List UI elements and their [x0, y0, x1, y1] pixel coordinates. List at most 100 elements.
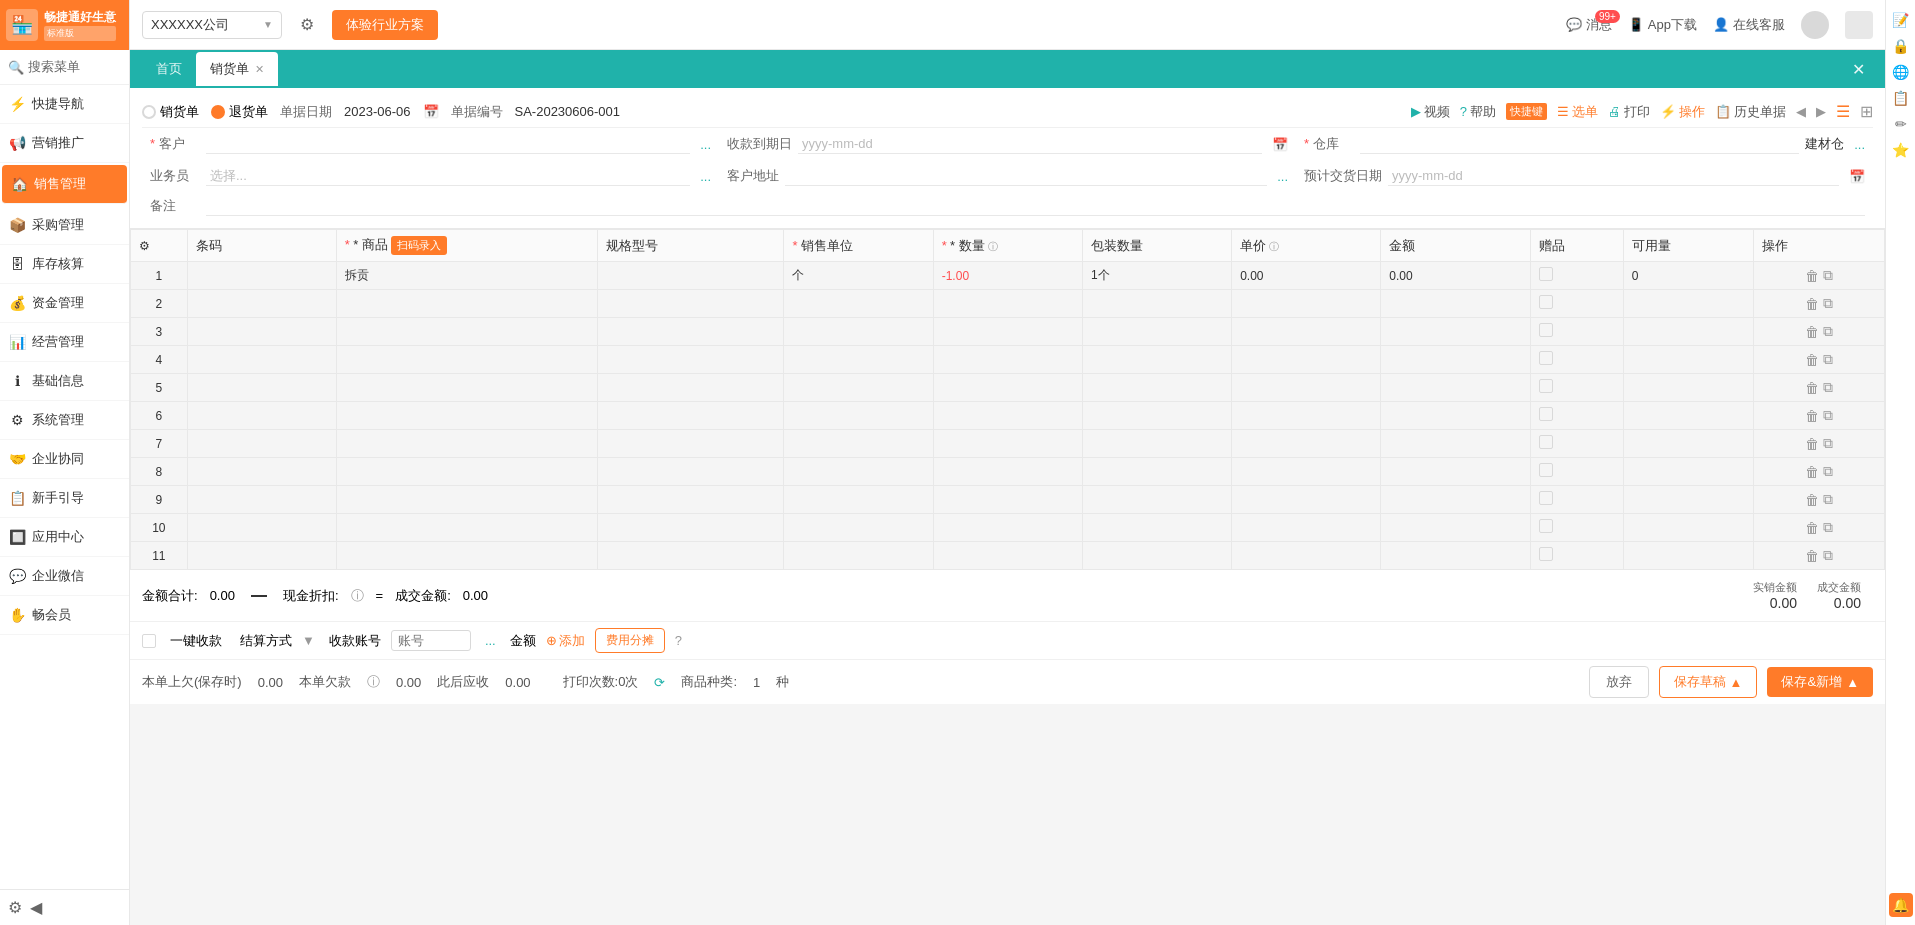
- copy-row-btn[interactable]: ⧉: [1823, 435, 1833, 452]
- cell-qty[interactable]: [933, 318, 1082, 346]
- toolbar-help[interactable]: ? 帮助: [1460, 103, 1496, 121]
- help-circle-icon[interactable]: ⓘ: [351, 587, 364, 605]
- cell-pkgqty[interactable]: [1082, 514, 1231, 542]
- abandon-btn[interactable]: 放弃: [1589, 666, 1649, 698]
- copy-row-btn[interactable]: ⧉: [1823, 267, 1833, 284]
- cell-gift[interactable]: [1530, 346, 1623, 374]
- delete-row-btn[interactable]: 🗑: [1805, 295, 1819, 312]
- right-sidebar-lock-icon[interactable]: 🔒: [1889, 34, 1913, 58]
- copy-row-btn[interactable]: ⧉: [1823, 351, 1833, 368]
- save-draft-btn[interactable]: 保存草稿 ▲: [1659, 666, 1758, 698]
- cell-unit[interactable]: [784, 318, 933, 346]
- cell-amount[interactable]: [1381, 290, 1530, 318]
- right-sidebar-star-icon[interactable]: ⭐: [1889, 138, 1913, 162]
- copy-row-btn[interactable]: ⧉: [1823, 407, 1833, 424]
- cell-barcode[interactable]: [187, 542, 336, 570]
- remark-input[interactable]: [206, 196, 1865, 216]
- sidebar-search[interactable]: 🔍 搜索菜单: [0, 50, 129, 85]
- cell-barcode[interactable]: [187, 318, 336, 346]
- cell-qty[interactable]: [933, 430, 1082, 458]
- cell-amount[interactable]: [1381, 402, 1530, 430]
- sidebar-item-operations[interactable]: 📊 经营管理: [0, 323, 129, 362]
- cell-qty[interactable]: [933, 374, 1082, 402]
- th-settings[interactable]: ⚙: [131, 230, 188, 262]
- cell-amount[interactable]: [1381, 486, 1530, 514]
- cell-gift[interactable]: [1530, 318, 1623, 346]
- cell-gift[interactable]: [1530, 486, 1623, 514]
- gift-checkbox[interactable]: [1539, 463, 1553, 477]
- cell-barcode[interactable]: [187, 430, 336, 458]
- toolbar-operation[interactable]: ⚡ 操作: [1660, 103, 1705, 121]
- copy-row-btn[interactable]: ⧉: [1823, 379, 1833, 396]
- cell-price[interactable]: [1232, 318, 1381, 346]
- sidebar-item-purchase[interactable]: 📦 采购管理: [0, 206, 129, 245]
- cell-price[interactable]: [1232, 458, 1381, 486]
- cell-product[interactable]: 拆贡: [336, 262, 597, 290]
- cell-amount[interactable]: [1381, 430, 1530, 458]
- delete-row-btn[interactable]: 🗑: [1805, 519, 1819, 536]
- cell-pkgqty[interactable]: [1082, 430, 1231, 458]
- cell-spec[interactable]: [597, 486, 784, 514]
- close-panel-icon[interactable]: ✕: [1844, 60, 1873, 79]
- cell-pkgqty[interactable]: 1个: [1082, 262, 1231, 290]
- cell-qty[interactable]: -1.00: [933, 262, 1082, 290]
- gift-checkbox[interactable]: [1539, 547, 1553, 561]
- delivery-date-input[interactable]: [1388, 166, 1839, 186]
- sidebar-item-guide[interactable]: 📋 新手引导: [0, 479, 129, 518]
- delivery-calendar-icon[interactable]: 📅: [1849, 169, 1865, 184]
- add-payment-btn[interactable]: ⊕ 添加: [546, 632, 585, 650]
- copy-row-btn[interactable]: ⧉: [1823, 323, 1833, 340]
- sidebar-item-enterprise[interactable]: 🤝 企业协同: [0, 440, 129, 479]
- cell-amount[interactable]: [1381, 514, 1530, 542]
- cell-price[interactable]: [1232, 486, 1381, 514]
- one-click-payment-checkbox[interactable]: [142, 634, 156, 648]
- scan-btn[interactable]: 扫码录入: [391, 236, 447, 255]
- right-sidebar-pencil-icon[interactable]: ✏: [1889, 112, 1913, 136]
- cell-product[interactable]: [336, 402, 597, 430]
- cell-amount[interactable]: [1381, 374, 1530, 402]
- cell-product[interactable]: [336, 458, 597, 486]
- cell-price[interactable]: 0.00: [1232, 262, 1381, 290]
- copy-row-btn[interactable]: ⧉: [1823, 547, 1833, 564]
- cell-unit[interactable]: [784, 542, 933, 570]
- cell-unit[interactable]: [784, 346, 933, 374]
- copy-row-btn[interactable]: ⧉: [1823, 519, 1833, 536]
- sidebar-settings-icon[interactable]: ⚙: [8, 898, 22, 917]
- cell-gift[interactable]: [1530, 542, 1623, 570]
- sidebar-item-marketing[interactable]: 📢 营销推广: [0, 124, 129, 163]
- delete-row-btn[interactable]: 🗑: [1805, 351, 1819, 368]
- cell-unit[interactable]: [784, 290, 933, 318]
- gift-checkbox[interactable]: [1539, 435, 1553, 449]
- cell-pkgqty[interactable]: [1082, 374, 1231, 402]
- right-sidebar-list-icon[interactable]: 📋: [1889, 86, 1913, 110]
- sidebar-item-member[interactable]: ✋ 畅会员: [0, 596, 129, 635]
- warehouse-input[interactable]: [1360, 134, 1799, 154]
- delete-row-btn[interactable]: 🗑: [1805, 267, 1819, 284]
- trial-button[interactable]: 体验行业方案: [332, 10, 438, 40]
- cell-product[interactable]: [336, 514, 597, 542]
- delete-row-btn[interactable]: 🗑: [1805, 379, 1819, 396]
- cell-amount[interactable]: 0.00: [1381, 262, 1530, 290]
- radio-sales[interactable]: 销货单: [142, 103, 199, 121]
- cell-pkgqty[interactable]: [1082, 346, 1231, 374]
- print-count-refresh-icon[interactable]: ⟳: [654, 675, 665, 690]
- tab-home[interactable]: 首页: [142, 52, 196, 86]
- cell-pkgqty[interactable]: [1082, 486, 1231, 514]
- sidebar-item-system[interactable]: ⚙ 系统管理: [0, 401, 129, 440]
- messages-btn[interactable]: 💬 消息 99+: [1566, 16, 1612, 34]
- toolbar-select[interactable]: ☰ 选单: [1557, 103, 1598, 121]
- cell-qty[interactable]: [933, 486, 1082, 514]
- fee-help-icon[interactable]: ?: [675, 633, 682, 648]
- gift-checkbox[interactable]: [1539, 323, 1553, 337]
- due-date-calendar-icon[interactable]: 📅: [1272, 137, 1288, 152]
- toolbar-print[interactable]: 🖨 打印: [1608, 103, 1650, 121]
- cell-product[interactable]: [336, 374, 597, 402]
- account-dots-btn[interactable]: ...: [485, 633, 496, 648]
- cell-gift[interactable]: [1530, 514, 1623, 542]
- cell-product[interactable]: [336, 430, 597, 458]
- cell-spec[interactable]: [597, 374, 784, 402]
- sidebar-collapse-icon[interactable]: ◀: [30, 898, 42, 917]
- sidebar-item-basic-info[interactable]: ℹ 基础信息: [0, 362, 129, 401]
- tab-sales-order[interactable]: 销货单 ✕: [196, 52, 278, 86]
- sidebar-item-finance[interactable]: 💰 资金管理: [0, 284, 129, 323]
